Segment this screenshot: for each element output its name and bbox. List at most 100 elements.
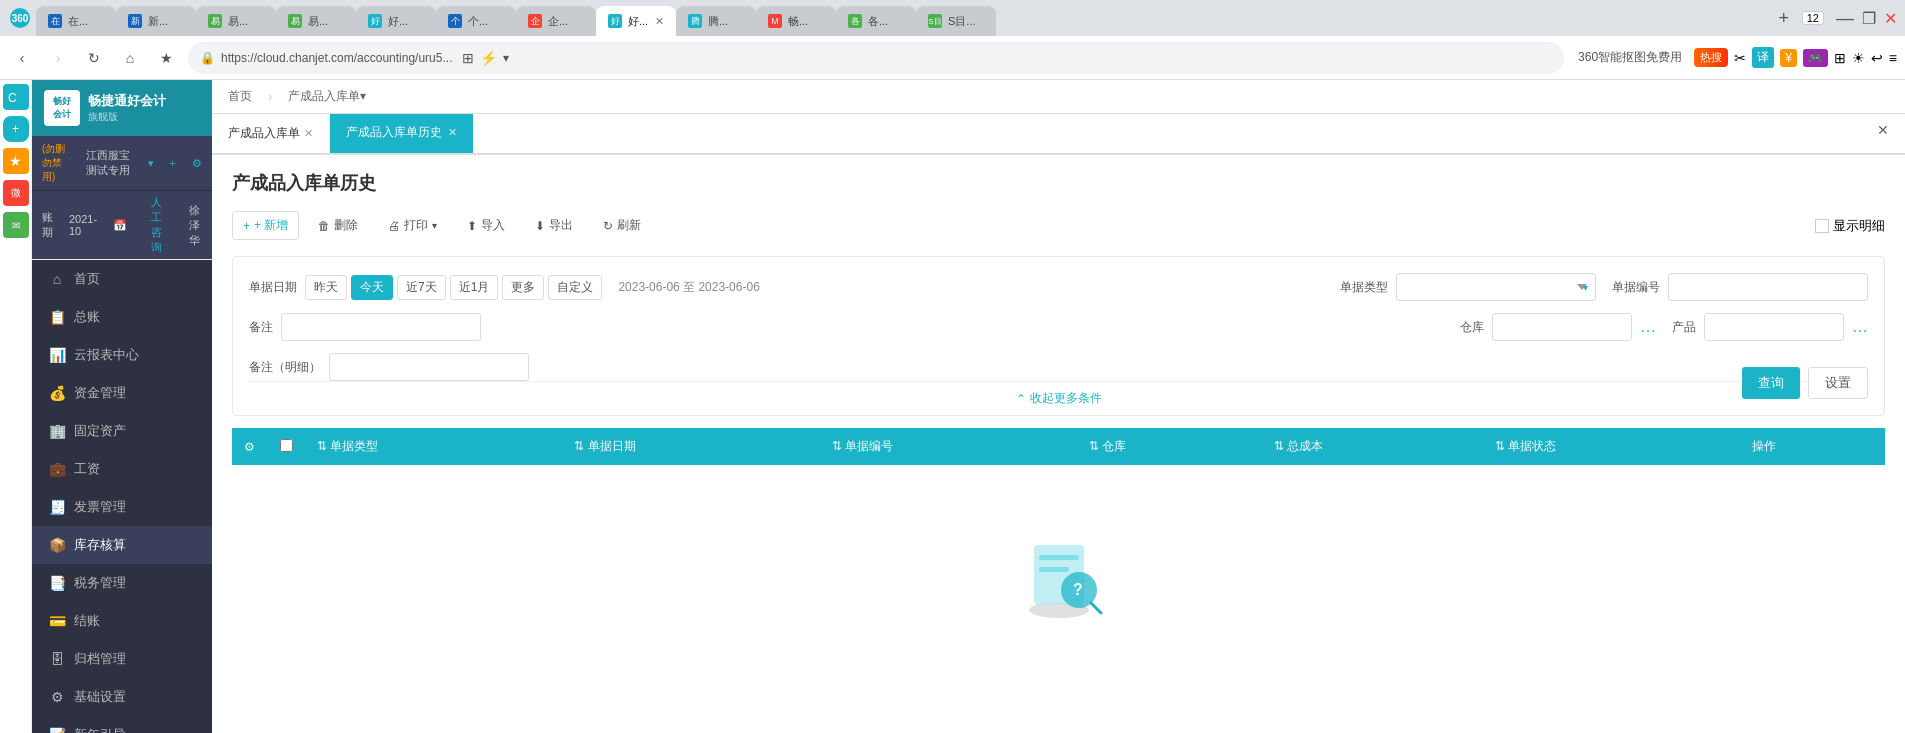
print-dropdown-icon[interactable]: ▾ xyxy=(432,220,437,231)
sidebar-item-new-doc[interactable]: 📝 新年引导 xyxy=(32,716,212,733)
browser-tab-5[interactable]: 好 好... xyxy=(356,6,436,36)
browser-tab-4[interactable]: 易 易... xyxy=(276,6,356,36)
th-voucher-status[interactable]: ⇅ 单据状态 xyxy=(1483,428,1740,465)
more-icon[interactable]: ≡ xyxy=(1889,50,1897,66)
browser-tab-1[interactable]: 在 在... xyxy=(36,6,116,36)
date-btn-yesterday[interactable]: 昨天 xyxy=(305,275,347,300)
browser-tab-12[interactable]: S目 S目... xyxy=(916,6,996,36)
sidebar-item-tax[interactable]: 📑 税务管理 xyxy=(32,564,212,602)
warehouse-input[interactable] xyxy=(1492,313,1632,341)
th-voucher-date[interactable]: ⇅ 单据日期 xyxy=(562,428,819,465)
search-button[interactable]: 查询 xyxy=(1742,367,1800,399)
select-all-checkbox[interactable] xyxy=(280,439,293,452)
dropdown-arrow-icon[interactable]: ▾ xyxy=(148,157,154,170)
refresh-button[interactable]: ↻ xyxy=(80,44,108,72)
theme-icon[interactable]: ☀ xyxy=(1852,50,1865,66)
settings-col-icon[interactable]: ⚙ xyxy=(244,440,255,454)
sidebar-item-basic[interactable]: ⚙ 基础设置 xyxy=(32,678,212,716)
th-total-cost[interactable]: ⇅ 总成本 xyxy=(1262,428,1483,465)
lightning-icon[interactable]: ⚡ xyxy=(480,50,497,66)
page-tab-1-close-icon[interactable]: ✕ xyxy=(304,127,313,140)
settings-icon[interactable]: ⚙ xyxy=(192,157,202,170)
currency-icon[interactable]: ¥ xyxy=(1780,49,1797,67)
import-button[interactable]: ⬆ 导入 xyxy=(456,211,516,240)
th-voucher-type[interactable]: ⇅ 单据类型 xyxy=(305,428,562,465)
teal-app-icon[interactable]: + xyxy=(3,116,29,142)
show-cols-checkbox[interactable] xyxy=(1815,219,1829,233)
sidebar-item-inventory[interactable]: 📦 库存核算 xyxy=(32,526,212,564)
print-button[interactable]: 🖨 打印 ▾ xyxy=(377,211,448,240)
tab-counter[interactable]: 12 xyxy=(1802,11,1824,25)
show-cols-toggle[interactable]: 显示明细 xyxy=(1815,217,1885,235)
apps-icon[interactable]: ⊞ xyxy=(1834,50,1846,66)
sidebar-item-fixed-assets[interactable]: 🏢 固定资产 xyxy=(32,412,212,450)
sidebar-item-payroll[interactable]: 💼 工资 xyxy=(32,450,212,488)
breadcrumb-home[interactable]: 首页 xyxy=(212,80,268,113)
settings-button[interactable]: 设置 xyxy=(1808,367,1868,399)
date-btn-7days[interactable]: 近7天 xyxy=(397,275,446,300)
email-icon[interactable]: ✉ xyxy=(3,212,29,238)
detail-remark-input[interactable] xyxy=(329,353,529,381)
breadcrumb-voucher[interactable]: 产成品入库单▾ xyxy=(272,80,382,113)
sidebar-item-archive[interactable]: 🗄 归档管理 xyxy=(32,640,212,678)
th-settings[interactable]: ⚙ xyxy=(232,428,268,465)
sidebar-item-invoice[interactable]: 🧾 发票管理 xyxy=(32,488,212,526)
voucher-type-select[interactable] xyxy=(1396,273,1596,301)
browser-tab-2[interactable]: 新 新... xyxy=(116,6,196,36)
date-btn-more[interactable]: 更多 xyxy=(502,275,544,300)
page-tab-2-close-icon[interactable]: ✕ xyxy=(448,126,457,139)
refresh-button[interactable]: ↻ 刷新 xyxy=(592,211,652,240)
delete-button[interactable]: 🗑 删除 xyxy=(307,211,369,240)
minimize-icon[interactable]: — xyxy=(1836,8,1854,29)
browser-tab-3[interactable]: 易 易... xyxy=(196,6,276,36)
scissors-icon[interactable]: ✂ xyxy=(1734,50,1746,66)
product-input[interactable] xyxy=(1704,313,1844,341)
sidebar-item-checkout[interactable]: 💳 结账 xyxy=(32,602,212,640)
game-icon[interactable]: 🎮 xyxy=(1803,49,1828,67)
chanjet-icon[interactable]: C xyxy=(3,84,29,110)
grid-icon[interactable]: ⊞ xyxy=(462,50,474,66)
browser-logo[interactable]: 360 xyxy=(8,6,32,30)
tab-8-close-icon[interactable]: ✕ xyxy=(655,15,664,28)
voucher-no-input[interactable] xyxy=(1668,273,1868,301)
sidebar-item-reports[interactable]: 📊 云报表中心 xyxy=(32,336,212,374)
date-btn-1month[interactable]: 近1月 xyxy=(450,275,499,300)
date-btn-today[interactable]: 今天 xyxy=(351,275,393,300)
page-tab-2[interactable]: 产成品入库单历史 ✕ xyxy=(330,114,473,153)
page-tab-1[interactable]: 产成品入库单 ✕ xyxy=(212,115,330,152)
export-button[interactable]: ⬇ 导出 xyxy=(524,211,584,240)
close-panel-button[interactable]: ✕ xyxy=(1861,114,1905,153)
undo-icon[interactable]: ↩ xyxy=(1871,50,1883,66)
restore-icon[interactable]: ❐ xyxy=(1862,9,1876,28)
address-bar[interactable]: 🔒 https://cloud.chanjet.com/accounting/u… xyxy=(188,42,1564,74)
back-button[interactable]: ‹ xyxy=(8,44,36,72)
browser-tab-6[interactable]: 个 个... xyxy=(436,6,516,36)
product-more-icon[interactable]: … xyxy=(1852,318,1868,336)
browser-tab-10[interactable]: M 畅... xyxy=(756,6,836,36)
dropdown-arrow-icon[interactable]: ▾ xyxy=(503,51,509,65)
home-button[interactable]: ⌂ xyxy=(116,44,144,72)
star-icon[interactable]: ★ xyxy=(3,148,29,174)
browser-tab-9[interactable]: 腾 腾... xyxy=(676,6,756,36)
close-icon[interactable]: ✕ xyxy=(1884,9,1897,28)
sidebar-item-home[interactable]: ⌂ 首页 xyxy=(32,260,212,298)
browser-tab-8-active[interactable]: 好 好... ✕ xyxy=(596,6,676,36)
calendar-icon[interactable]: 📅 xyxy=(113,219,127,232)
user-consult-btn[interactable]: 人工咨询 xyxy=(151,195,169,255)
hot-search-badge[interactable]: 热搜 xyxy=(1694,48,1728,67)
translate-icon[interactable]: 译 xyxy=(1752,47,1774,68)
th-warehouse[interactable]: ⇅ 仓库 xyxy=(1077,428,1262,465)
new-tab-button[interactable]: + xyxy=(1770,4,1798,32)
new-button[interactable]: + + 新增 xyxy=(232,211,299,240)
forward-button[interactable]: › xyxy=(44,44,72,72)
bookmark-button[interactable]: ★ xyxy=(152,44,180,72)
browser-tab-7[interactable]: 企 企... xyxy=(516,6,596,36)
search-box[interactable]: 360智能抠图免费用 xyxy=(1572,49,1688,66)
date-btn-custom[interactable]: 自定义 xyxy=(548,275,602,300)
remark-input[interactable] xyxy=(281,313,481,341)
th-checkbox[interactable] xyxy=(268,428,305,465)
add-account-icon[interactable]: + xyxy=(170,157,176,169)
warehouse-more-icon[interactable]: … xyxy=(1640,318,1656,336)
sidebar-item-ledger[interactable]: 📋 总账 xyxy=(32,298,212,336)
browser-tab-11[interactable]: 各 各... xyxy=(836,6,916,36)
